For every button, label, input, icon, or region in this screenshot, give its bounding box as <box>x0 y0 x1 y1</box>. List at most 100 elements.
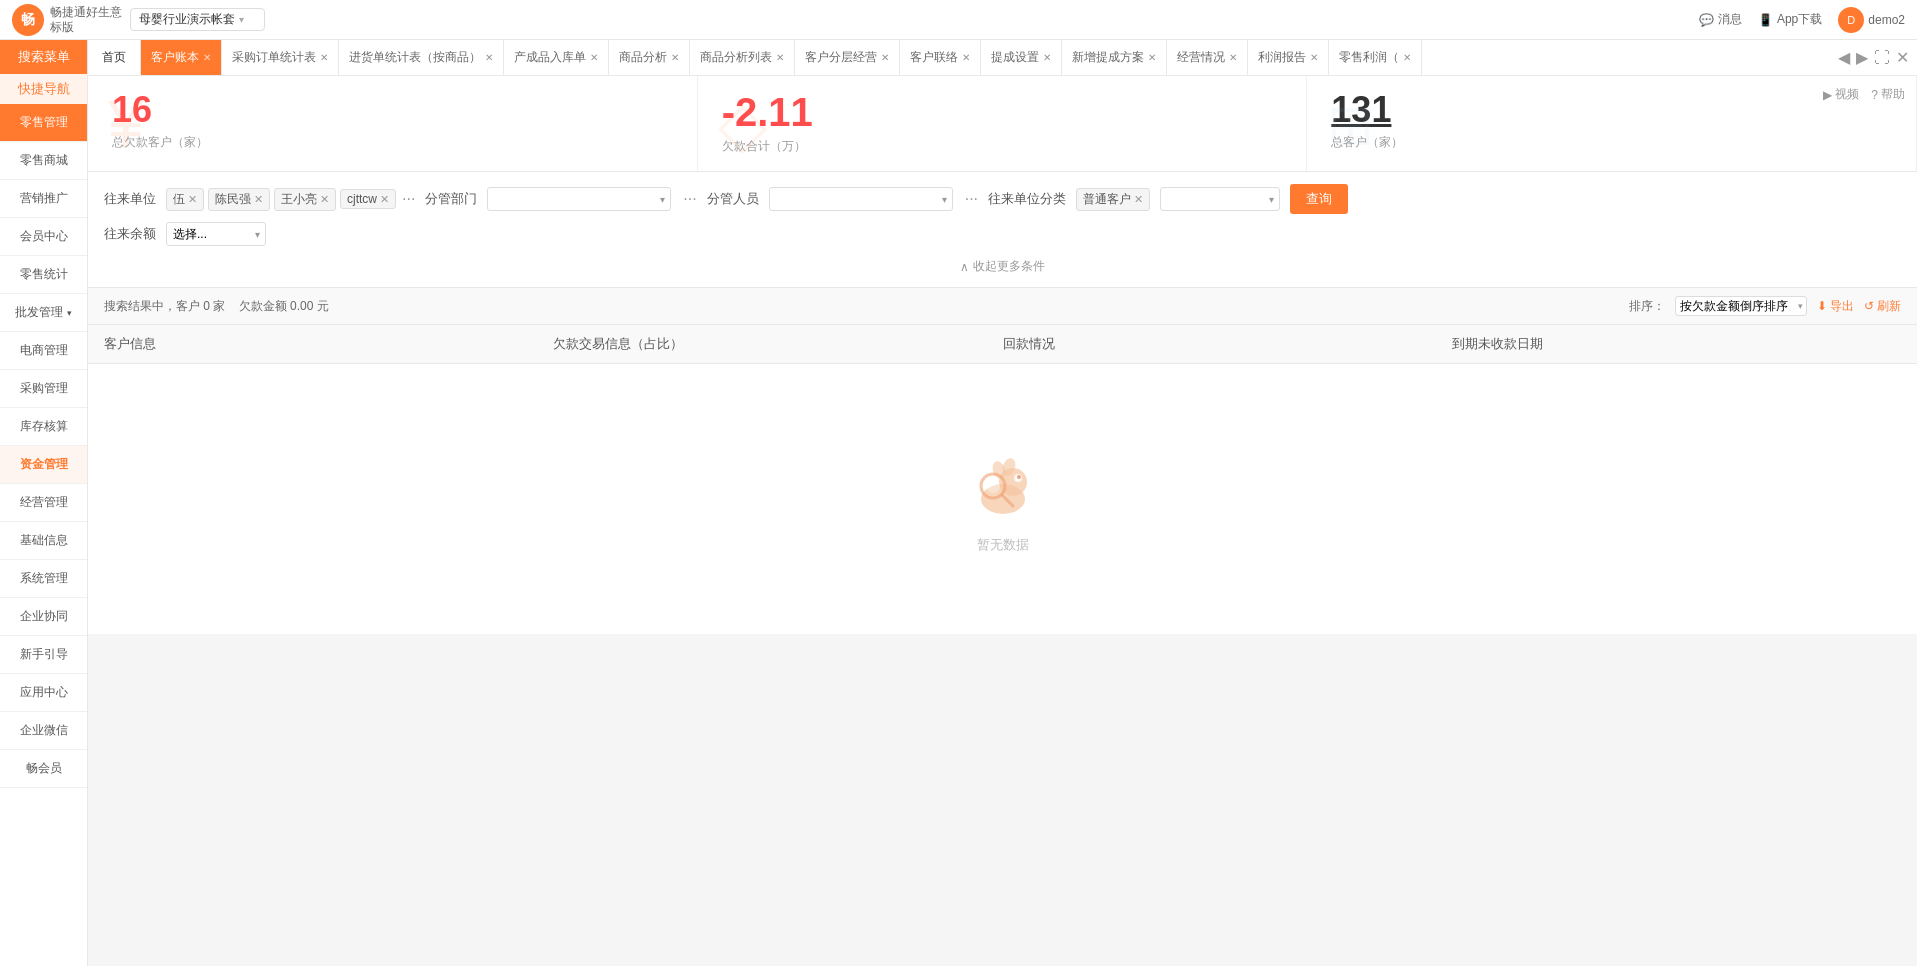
dept-filter-label: 分管部门 <box>425 190 477 208</box>
unit-tag-cj[interactable]: cjttcw ✕ <box>340 189 396 209</box>
unit-type-tag-normal[interactable]: 普通客户 ✕ <box>1076 188 1150 211</box>
sidebar-item-system[interactable]: 系统管理 <box>0 560 87 598</box>
tab-close-connect[interactable]: ✕ <box>962 52 970 63</box>
sidebar-item-member[interactable]: 会员中心 <box>0 218 87 256</box>
logo-icon: 畅 <box>12 4 44 36</box>
unit-tag-chen-remove[interactable]: ✕ <box>254 193 263 206</box>
tab-fullscreen[interactable]: ⛶ <box>1874 49 1890 67</box>
collapse-icon: ∧ <box>960 260 969 274</box>
video-help-button[interactable]: ▶ 视频 <box>1823 86 1859 103</box>
tab-retail-profit[interactable]: 零售利润（ ✕ <box>1329 40 1422 76</box>
tab-purchase-order[interactable]: 采购订单统计表 ✕ <box>222 40 339 76</box>
result-actions: 排序： 按欠款金额倒序排序 ▾ ⬇ 导出 ↺ 刷新 <box>1629 296 1901 316</box>
stat-overdue-amount: ◇ -2.11 欠款合计（万） <box>698 76 1308 171</box>
unit-type-select[interactable] <box>1160 187 1280 211</box>
sidebar-item-ecommerce[interactable]: 电商管理 <box>0 332 87 370</box>
tab-close-accounts[interactable]: ✕ <box>203 52 211 63</box>
sidebar-item-retail[interactable]: 零售管理 <box>0 104 87 142</box>
remainder-select[interactable]: 选择... <box>166 222 266 246</box>
dept-more-options[interactable]: ··· <box>683 190 696 208</box>
tab-close-stock[interactable]: ✕ <box>485 52 493 63</box>
help-button[interactable]: ? 帮助 <box>1871 86 1905 103</box>
message-icon: 💬 <box>1699 13 1714 27</box>
video-icon: ▶ <box>1823 88 1832 102</box>
tab-biz-status[interactable]: 经营情况 ✕ <box>1167 40 1248 76</box>
tab-stock-stat[interactable]: 进货单统计表（按商品） ✕ <box>339 40 504 76</box>
stat-bg-icon-2: ◇ <box>718 87 767 161</box>
tab-produce[interactable]: 产成品入库单 ✕ <box>504 40 609 76</box>
tab-scroll-right[interactable]: ▶ <box>1856 48 1868 67</box>
unit-tag-wang-remove[interactable]: ✕ <box>320 193 329 206</box>
tab-home[interactable]: 首页 <box>88 40 141 76</box>
tab-close-plan[interactable]: ✕ <box>1148 52 1156 63</box>
demo-selector[interactable]: 母婴行业演示帐套 ▾ <box>130 8 265 31</box>
collapse-button[interactable]: ∧ 收起更多条件 <box>960 258 1045 275</box>
unit-tag-wu[interactable]: 伍 ✕ <box>166 188 204 211</box>
tab-close-biz[interactable]: ✕ <box>1229 52 1237 63</box>
tab-close-purchase[interactable]: ✕ <box>320 52 328 63</box>
unit-type-tags: 普通客户 ✕ <box>1076 188 1150 211</box>
sidebar-item-app-center[interactable]: 应用中心 <box>0 674 87 712</box>
tab-profit-report[interactable]: 利润报告 ✕ <box>1248 40 1329 76</box>
sidebar-item-wechat[interactable]: 企业微信 <box>0 712 87 750</box>
tab-close-all[interactable]: ✕ <box>1896 48 1909 67</box>
data-table: 客户信息 欠款交易信息（占比） 回款情况 到期未收款日期 <box>88 325 1917 634</box>
tab-close-produce[interactable]: ✕ <box>590 52 598 63</box>
svg-point-8 <box>986 479 1000 493</box>
sidebar-item-inventory[interactable]: 库存核算 <box>0 408 87 446</box>
unit-tag-wu-remove[interactable]: ✕ <box>188 193 197 206</box>
remainder-select-wrapper: 选择... ▾ <box>166 222 266 246</box>
tab-customer-connect[interactable]: 客户联络 ✕ <box>900 40 981 76</box>
sort-select-wrapper: 按欠款金额倒序排序 ▾ <box>1675 296 1807 316</box>
tab-accounts[interactable]: 客户账本 ✕ <box>141 40 222 76</box>
sidebar-item-wholesale[interactable]: 批发管理 ▾ <box>0 294 87 332</box>
unit-type-select-wrapper: ▾ <box>1160 187 1280 211</box>
sidebar: 搜索菜单 快捷导航 零售管理 零售商城 营销推广 会员中心 零售统计 批发管理 … <box>0 40 88 966</box>
result-summary: 搜索结果中，客户 0 家 欠款金额 0.00 元 <box>104 298 329 315</box>
unit-tag-wang[interactable]: 王小亮 ✕ <box>274 188 336 211</box>
sidebar-item-basic-info[interactable]: 基础信息 <box>0 522 87 560</box>
tab-raise-setting[interactable]: 提成设置 ✕ <box>981 40 1062 76</box>
tab-new-plan[interactable]: 新增提成方案 ✕ <box>1062 40 1167 76</box>
tab-close-raise[interactable]: ✕ <box>1043 52 1051 63</box>
sidebar-item-retail-stat[interactable]: 零售统计 <box>0 256 87 294</box>
sidebar-item-finance[interactable]: 资金管理 <box>0 446 87 484</box>
unit-tag-cj-remove[interactable]: ✕ <box>380 193 389 206</box>
refresh-button[interactable]: ↺ 刷新 <box>1864 298 1901 315</box>
sidebar-quick-nav[interactable]: 快捷导航 <box>0 74 87 104</box>
sidebar-item-purchase[interactable]: 采购管理 <box>0 370 87 408</box>
sidebar-item-new-guide[interactable]: 新手引导 <box>0 636 87 674</box>
tab-goods-analysis[interactable]: 商品分析 ✕ <box>609 40 690 76</box>
stat-bg-icon-1: ¥ <box>108 87 144 161</box>
tab-close-tier[interactable]: ✕ <box>881 52 889 63</box>
message-button[interactable]: 💬 消息 <box>1699 11 1742 28</box>
sort-select[interactable]: 按欠款金额倒序排序 <box>1675 296 1807 316</box>
unit-type-tag-remove[interactable]: ✕ <box>1134 193 1143 206</box>
col-header-refund: 回款情况 <box>1003 335 1452 353</box>
sidebar-item-retail-mall[interactable]: 零售商城 <box>0 142 87 180</box>
person-more-options[interactable]: ··· <box>965 190 978 208</box>
sidebar-item-operations[interactable]: 经营管理 <box>0 484 87 522</box>
sidebar-item-enterprise[interactable]: 企业协同 <box>0 598 87 636</box>
svg-point-3 <box>1017 475 1021 479</box>
tab-close-goods-list[interactable]: ✕ <box>776 52 784 63</box>
dept-select[interactable] <box>487 187 671 211</box>
page-content: ¥ 16 总欠款客户（家） ◇ -2.11 欠款合计（万） ⊞ 131 总客户（… <box>88 76 1917 966</box>
user-profile[interactable]: D demo2 <box>1838 7 1905 33</box>
tab-scroll-left[interactable]: ◀ <box>1838 48 1850 67</box>
tab-customer-tier[interactable]: 客户分层经营 ✕ <box>795 40 900 76</box>
unit-tags-more[interactable]: ··· <box>402 190 415 208</box>
query-button[interactable]: 查询 <box>1290 184 1348 214</box>
sidebar-item-marketing[interactable]: 营销推广 <box>0 180 87 218</box>
export-button[interactable]: ⬇ 导出 <box>1817 298 1854 315</box>
tab-goods-list[interactable]: 商品分析列表 ✕ <box>690 40 795 76</box>
empty-state: 暂无数据 <box>88 364 1917 634</box>
sidebar-item-vip[interactable]: 畅会员 <box>0 750 87 788</box>
unit-tag-chen[interactable]: 陈民强 ✕ <box>208 188 270 211</box>
sidebar-search[interactable]: 搜索菜单 <box>0 40 87 74</box>
app-download-button[interactable]: 📱 App下载 <box>1758 11 1822 28</box>
tab-close-retail-profit[interactable]: ✕ <box>1403 52 1411 63</box>
tab-close-profit[interactable]: ✕ <box>1310 52 1318 63</box>
person-select[interactable] <box>769 187 953 211</box>
tab-close-goods[interactable]: ✕ <box>671 52 679 63</box>
